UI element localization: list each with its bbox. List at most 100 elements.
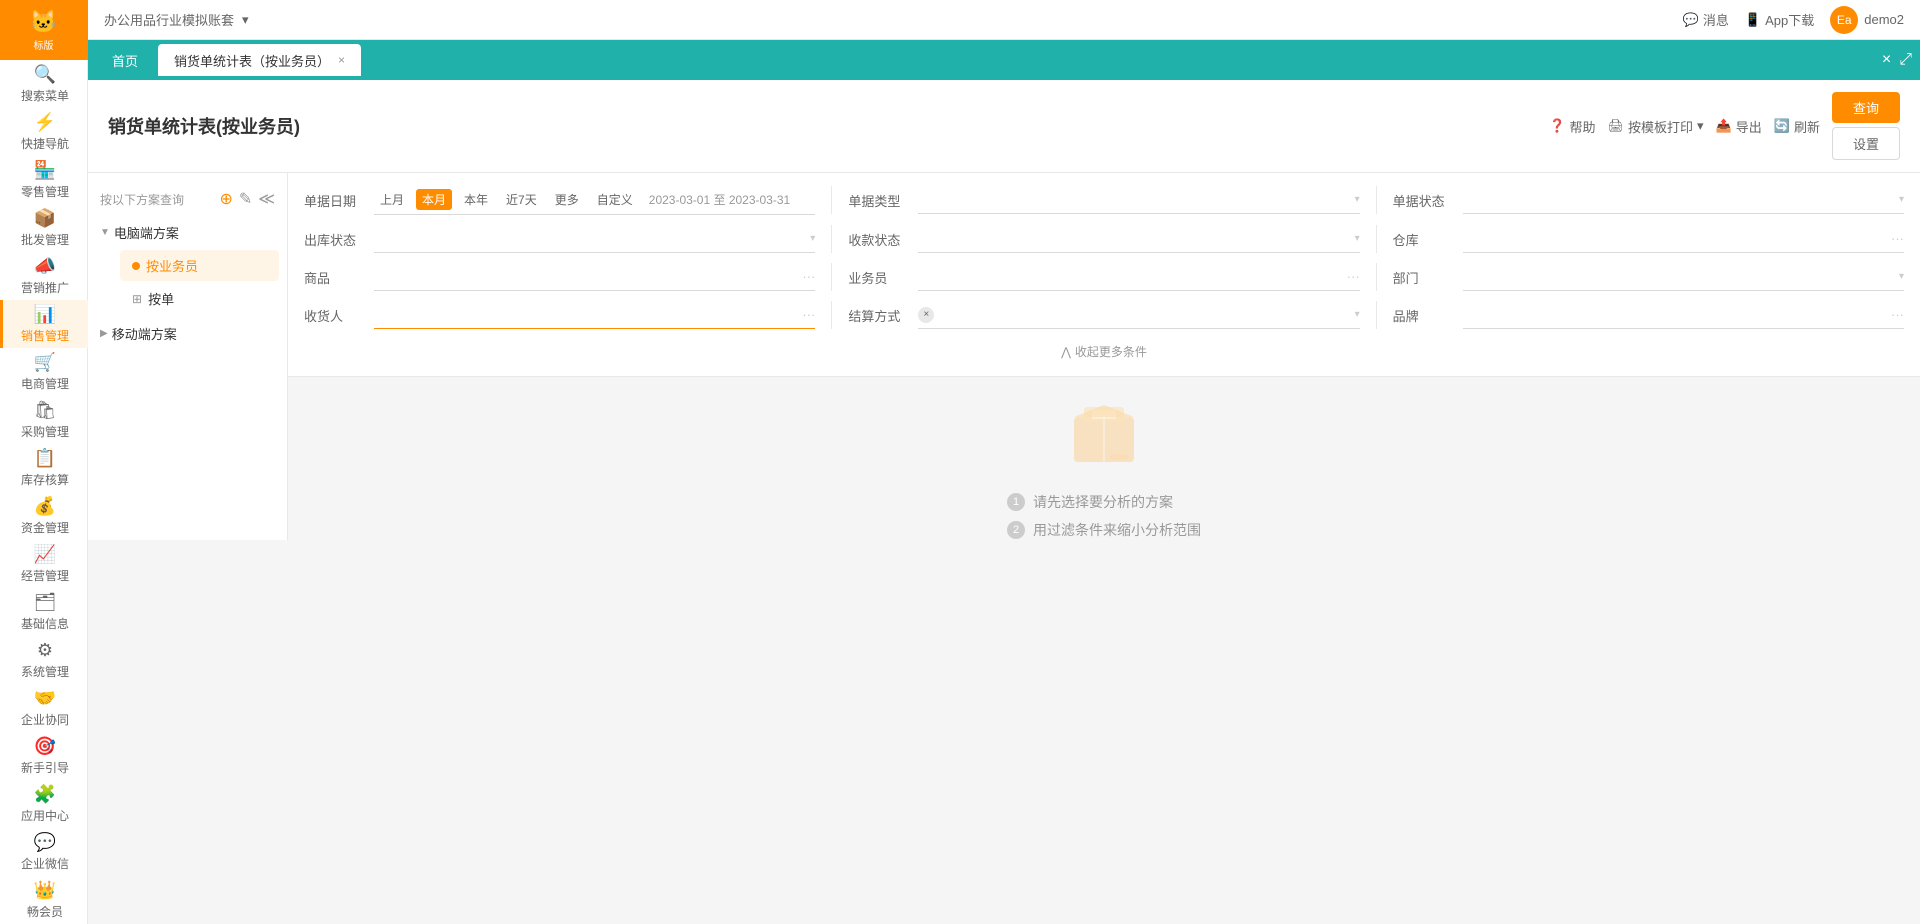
refresh-button[interactable]: 🔄 刷新 [1774,117,1820,136]
sidebar: 🐱 标版 🔍 搜索菜单 ⚡ 快捷导航 🏪 零售管理 📦 批发管理 📣 营销推广 … [0,0,88,924]
query-button[interactable]: 查询 [1832,92,1900,123]
desktop-section-label: 电脑端方案 [114,223,179,242]
user-profile[interactable]: Ea demo2 [1830,6,1904,34]
tab-sales-stat[interactable]: 销货单统计表（按业务员） × [158,44,361,76]
order-type-control[interactable]: ▾ [918,186,1359,214]
filter-goods: 商品 ··· [304,263,815,291]
sidebar-item-finance[interactable]: 💰 资金管理 [0,492,88,540]
sidebar-item-label: 企业微信 [21,855,69,872]
sidebar-item-vip[interactable]: 👑 畅会员 [0,876,88,924]
newbie-icon: 🎯 [34,736,56,757]
app-download-button[interactable]: 📱 App下载 [1745,10,1814,29]
tree-mobile-section[interactable]: ▶ 移动端方案 [88,318,287,349]
filter-settle: 结算方式 × ▾ [848,301,1359,329]
sidebar-item-label: 基础信息 [21,615,69,632]
collapse-button[interactable]: ⋀ 收起更多条件 [1061,343,1147,360]
sidebar-item-appstore[interactable]: 🧩 应用中心 [0,780,88,828]
sidebar-item-inventory[interactable]: 📋 库存核算 [0,444,88,492]
goods-control[interactable]: ··· [374,263,815,291]
receiver-control[interactable]: ··· [374,301,815,329]
sidebar-item-newbie[interactable]: 🎯 新手引导 [0,732,88,780]
username: demo2 [1864,12,1904,27]
sidebar-item-sales[interactable]: 📊 销售管理 [0,300,88,348]
export-button[interactable]: 📤 导出 [1716,117,1762,136]
tree-desktop-section[interactable]: ▼ 电脑端方案 [88,217,287,248]
settle-clear-button[interactable]: × [918,307,934,323]
tab-restore-button[interactable]: ⤢ [1899,51,1912,69]
sidebar-item-purchase[interactable]: 🛍 采购管理 [0,396,88,444]
dept-control[interactable]: ▾ [1463,263,1904,291]
sidebar-item-shortcut[interactable]: ⚡ 快捷导航 [0,108,88,156]
sidebar-item-label: 采购管理 [21,423,69,440]
collapse-arrow-icon: ▶ [100,328,108,339]
date-range-text: 2023-03-01 至 2023-03-31 [649,191,790,208]
filter-out-status: 出库状态 ▾ [304,225,815,253]
sidebar-item-label: 新手引导 [21,759,69,776]
tree-salesperson-item[interactable]: 按业务员 [120,250,279,281]
retail-icon: 🏪 [34,160,56,181]
logo-icon: 🐱 [30,9,57,35]
sidebar-item-marketing[interactable]: 📣 营销推广 [0,252,88,300]
marketing-icon: 📣 [34,256,56,277]
sidebar-item-ecom[interactable]: 🛒 电商管理 [0,348,88,396]
settle-chevron-icon: ▾ [1355,309,1360,320]
main-area: 办公用品行业模拟账套 ▾ 💬 消息 📱 App下载 Ea demo2 首页 销货… [88,0,1920,924]
pill-custom[interactable]: 自定义 [591,189,639,210]
warehouse-control[interactable]: ··· [1463,225,1904,253]
add-scheme-icon[interactable]: ⊕ [219,189,232,209]
filter-date: 单据日期 上月 本月 本年 近7天 更多 自定义 2023-03-01 至 20… [304,185,815,215]
sidebar-item-retail[interactable]: 🏪 零售管理 [0,156,88,204]
pill-more[interactable]: 更多 [549,189,585,210]
filter-dept: 部门 ▾ [1393,263,1904,291]
sidebar-item-system[interactable]: ⚙ 系统管理 [0,636,88,684]
tab-home[interactable]: 首页 [96,44,154,76]
tab-close-button[interactable]: × [338,53,345,67]
order-status-control[interactable]: ▾ [1463,186,1904,214]
settings-button[interactable]: 设置 [1832,127,1900,160]
collapse-panel-icon[interactable]: ≪ [258,189,275,209]
message-button[interactable]: 💬 消息 [1683,10,1729,29]
divider-2 [1376,186,1377,214]
right-panel: 单据日期 上月 本月 本年 近7天 更多 自定义 2023-03-01 至 20… [288,173,1920,540]
brand-dots-icon: ··· [1891,307,1904,322]
left-panel-title: 按以下方案查询 [100,191,184,208]
inventory-icon: 📋 [34,448,56,469]
sidebar-item-operation[interactable]: 📈 经营管理 [0,540,88,588]
print-button[interactable]: 🖨 按模板打印 ▾ [1608,117,1704,136]
page-header-actions: ❓ 帮助 🖨 按模板打印 ▾ 📤 导出 🔄 刷新 查询 [1549,92,1900,160]
sidebar-item-base[interactable]: 🗂 基础信息 [0,588,88,636]
salesperson-control[interactable]: ··· [918,263,1359,291]
sidebar-item-corp[interactable]: 🤝 企业协同 [0,684,88,732]
page-content: 销货单统计表(按业务员) ❓ 帮助 🖨 按模板打印 ▾ 📤 导出 🔄 刷新 [88,80,1920,924]
sidebar-item-wechat[interactable]: 💬 企业微信 [0,828,88,876]
edit-scheme-icon[interactable]: ✎ [239,189,252,209]
sidebar-item-search[interactable]: 🔍 搜索菜单 [0,60,88,108]
order-icon: ⊞ [132,292,142,306]
finance-icon: 💰 [34,496,56,517]
pill-this-month[interactable]: 本月 [416,189,452,210]
pill-last-month[interactable]: 上月 [374,189,410,210]
logo-text: 标版 [34,37,54,52]
goods-dots-icon: ··· [802,269,815,284]
collect-status-chevron-icon: ▾ [1355,233,1360,244]
tab-close-all-button[interactable]: × [1882,51,1891,69]
collect-status-control[interactable]: ▾ [918,225,1359,253]
out-status-control[interactable]: ▾ [374,225,815,253]
pill-this-year[interactable]: 本年 [458,189,494,210]
pill-7days[interactable]: 近7天 [500,189,543,210]
message-icon: 💬 [1683,12,1699,28]
tab-actions: × ⤢ [1882,51,1912,69]
tree-order-item[interactable]: ⊞ 按单 [120,283,279,314]
help-button[interactable]: ❓ 帮助 [1549,117,1595,136]
tip-text-2: 用过滤条件来缩小分析范围 [1033,520,1201,540]
sidebar-item-wholesale[interactable]: 📦 批发管理 [0,204,88,252]
date-label: 单据日期 [304,191,374,210]
brand-control[interactable]: ··· [1463,301,1904,329]
divider-4 [1376,225,1377,253]
settle-control[interactable]: × ▾ [918,301,1359,329]
page-title: 销货单统计表(按业务员) [108,113,300,139]
dropdown-arrow-icon[interactable]: ▾ [242,12,249,28]
date-control[interactable]: 上月 本月 本年 近7天 更多 自定义 2023-03-01 至 2023-03… [374,185,815,215]
divider-8 [1376,301,1377,329]
order-type-label: 单据类型 [848,191,918,210]
